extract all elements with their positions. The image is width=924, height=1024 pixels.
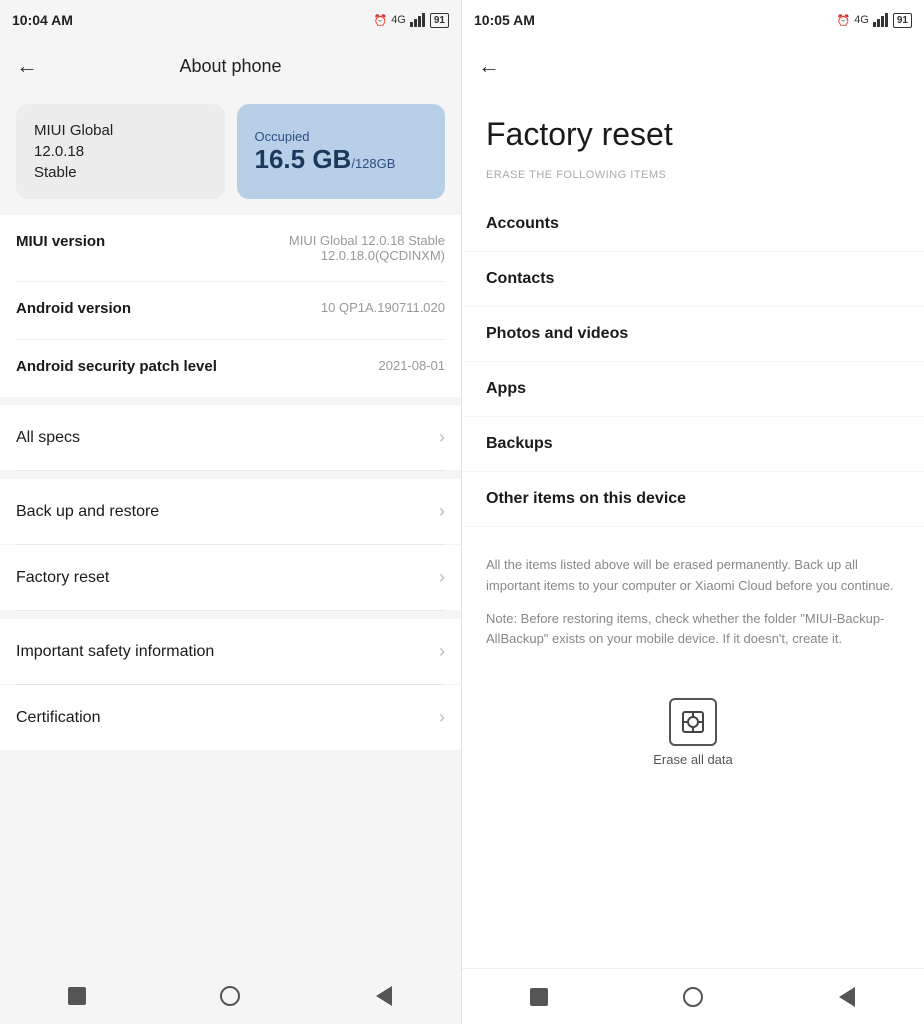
right-signal-bars-icon <box>873 13 889 27</box>
back-icon <box>376 986 392 1006</box>
factory-reset-label: Factory reset <box>16 569 109 587</box>
certification-label: Certification <box>16 709 100 727</box>
alarm-icon: ⏰ <box>373 14 387 27</box>
security-patch-value: 2021-08-01 <box>379 358 446 373</box>
signal-bars-icon <box>410 13 426 27</box>
safety-info-row[interactable]: Important safety information › <box>0 619 461 684</box>
erase-backups-item: Backups <box>462 417 924 472</box>
warning-text-2: Note: Before restoring items, check whet… <box>486 609 900 651</box>
storage-size-row: 16.5 GB/128GB <box>255 144 428 175</box>
left-back-button[interactable]: ← <box>16 53 38 79</box>
right-status-bar: 10:05 AM ⏰ 4G 91 <box>462 0 924 40</box>
left-panel: 10:04 AM ⏰ 4G 91 ← About phone MIUI Glob… <box>0 0 462 1024</box>
right-nav-home-button[interactable] <box>679 983 707 1011</box>
info-section: MIUI version MIUI Global 12.0.18 Stable1… <box>0 215 461 397</box>
security-patch-label: Android security patch level <box>16 358 217 375</box>
storage-section: MIUI Global 12.0.18 Stable Occupied 16.5… <box>0 92 461 207</box>
safety-info-chevron: › <box>439 641 445 662</box>
erase-photos-label: Photos and videos <box>486 325 900 343</box>
all-specs-chevron: › <box>439 427 445 448</box>
android-version-row: Android version 10 QP1A.190711.020 <box>16 282 445 340</box>
erase-backups-label: Backups <box>486 435 900 453</box>
right-back-icon <box>839 987 855 1007</box>
erase-subtitle: ERASE THE FOLLOWING ITEMS <box>462 161 924 197</box>
erase-apps-item: Apps <box>462 362 924 417</box>
left-time: 10:04 AM <box>12 12 73 28</box>
all-specs-label: All specs <box>16 429 80 447</box>
erase-all-data-button[interactable] <box>669 698 717 746</box>
right-home-icon <box>683 987 703 1007</box>
miui-version-label: MIUI version <box>16 233 105 250</box>
certification-chevron: › <box>439 707 445 728</box>
left-nav-back-button[interactable] <box>370 982 398 1010</box>
signal-label: 4G <box>391 14 406 26</box>
left-nav-home-button[interactable] <box>216 982 244 1010</box>
safety-info-label: Important safety information <box>16 643 214 661</box>
left-status-bar: 10:04 AM ⏰ 4G 91 <box>0 0 461 40</box>
erase-accounts-label: Accounts <box>486 215 900 233</box>
right-content: Factory reset ERASE THE FOLLOWING ITEMS … <box>462 92 924 968</box>
right-status-icons: ⏰ 4G 91 <box>836 13 912 28</box>
android-version-label: Android version <box>16 300 131 317</box>
recent-apps-icon <box>68 987 86 1005</box>
right-battery-indicator: 91 <box>893 13 912 28</box>
battery-indicator: 91 <box>430 13 449 28</box>
erase-other-label: Other items on this device <box>486 490 900 508</box>
factory-reset-row[interactable]: Factory reset › <box>0 545 461 610</box>
right-nav-recent-button[interactable] <box>525 983 553 1011</box>
miui-version-card: MIUI Global 12.0.18 Stable <box>16 104 225 199</box>
storage-card: Occupied 16.5 GB/128GB <box>237 104 446 199</box>
right-back-button[interactable]: ← <box>478 53 500 79</box>
right-panel: 10:05 AM ⏰ 4G 91 ← Factory reset ERASE T… <box>462 0 924 1024</box>
backup-restore-row[interactable]: Back up and restore › <box>0 479 461 544</box>
storage-used: 16.5 GB <box>255 144 352 174</box>
left-header: ← About phone <box>0 40 461 92</box>
warning-section: All the items listed above will be erase… <box>462 535 924 682</box>
divider-3 <box>0 471 461 479</box>
factory-reset-title: Factory reset <box>462 92 924 161</box>
left-nav-bar <box>0 968 461 1024</box>
divider-1 <box>0 397 461 405</box>
erase-accounts-item: Accounts <box>462 197 924 252</box>
erase-all-data-label: Erase all data <box>653 752 733 767</box>
erase-contacts-label: Contacts <box>486 270 900 288</box>
warning-text-1: All the items listed above will be erase… <box>486 555 900 597</box>
right-time: 10:05 AM <box>474 12 535 28</box>
left-nav-recent-button[interactable] <box>63 982 91 1010</box>
backup-restore-chevron: › <box>439 501 445 522</box>
left-content: MIUI Global 12.0.18 Stable Occupied 16.5… <box>0 92 461 968</box>
certification-row[interactable]: Certification › <box>0 685 461 750</box>
factory-reset-chevron: › <box>439 567 445 588</box>
all-specs-row[interactable]: All specs › <box>0 405 461 470</box>
android-version-value: 10 QP1A.190711.020 <box>321 300 445 315</box>
right-alarm-icon: ⏰ <box>836 14 850 27</box>
right-nav-bar <box>462 968 924 1024</box>
storage-total: 128GB <box>355 156 395 171</box>
erase-contacts-item: Contacts <box>462 252 924 307</box>
divider-6 <box>0 611 461 619</box>
right-nav-back-button[interactable] <box>833 983 861 1011</box>
miui-version-value: MIUI Global 12.0.18 Stable12.0.18.0(QCDI… <box>289 233 445 263</box>
right-signal-label: 4G <box>854 14 869 26</box>
miui-card-text: MIUI Global 12.0.18 Stable <box>34 120 207 183</box>
miui-version-row: MIUI version MIUI Global 12.0.18 Stable1… <box>16 215 445 282</box>
erase-photos-item: Photos and videos <box>462 307 924 362</box>
left-status-icons: ⏰ 4G 91 <box>373 13 449 28</box>
erase-button-section: Erase all data <box>462 682 924 787</box>
home-icon <box>220 986 240 1006</box>
occupied-label: Occupied <box>255 129 428 144</box>
right-header: ← <box>462 40 924 92</box>
security-patch-row: Android security patch level 2021-08-01 <box>16 340 445 397</box>
left-page-title: About phone <box>48 56 413 77</box>
erase-icon-svg <box>679 708 707 736</box>
erase-other-item: Other items on this device <box>462 472 924 527</box>
right-recent-apps-icon <box>530 988 548 1006</box>
erase-apps-label: Apps <box>486 380 900 398</box>
backup-restore-label: Back up and restore <box>16 503 159 521</box>
